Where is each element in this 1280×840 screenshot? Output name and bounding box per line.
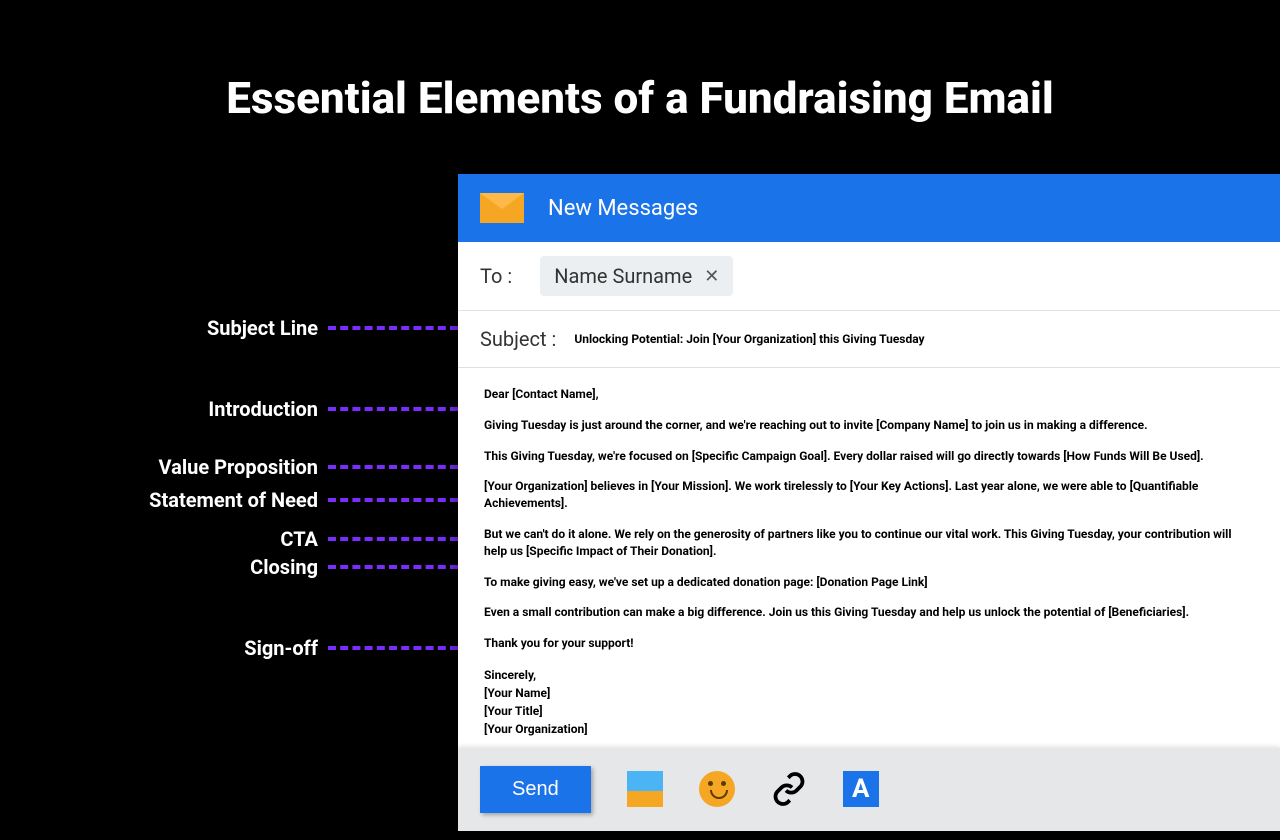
annotation-connector: [328, 407, 458, 411]
cta-paragraph: To make giving easy, we've set up a dedi…: [484, 574, 1254, 591]
email-body[interactable]: Dear [Contact Name], Giving Tuesday is j…: [458, 368, 1280, 748]
annotation-cta: CTA: [0, 527, 476, 551]
closing-paragraph: Even a small contribution can make a big…: [484, 604, 1254, 621]
value-proposition-paragraph: [Your Organization] believes in [Your Mi…: [484, 478, 1254, 512]
annotation-introduction: Introduction: [0, 397, 476, 421]
page-title: Essential Elements of a Fundraising Emai…: [0, 72, 1280, 124]
annotation-connector: [328, 326, 458, 330]
annotation-label: Closing: [250, 555, 318, 579]
subject-input[interactable]: Unlocking Potential: Join [Your Organiza…: [574, 332, 924, 346]
campaign-paragraph: This Giving Tuesday, we're focused on [S…: [484, 448, 1254, 465]
send-button[interactable]: Send: [480, 766, 591, 813]
insert-link-icon[interactable]: [771, 771, 807, 807]
text-format-icon[interactable]: A: [843, 771, 879, 807]
annotation-label: Sign-off: [244, 636, 318, 660]
sender-name: [Your Name]: [484, 684, 1254, 702]
sender-title: [Your Title]: [484, 702, 1254, 720]
subject-field-row: Subject : Unlocking Potential: Join [You…: [458, 311, 1280, 368]
annotation-statement-of-need: Statement of Need: [0, 488, 476, 512]
annotation-label: Subject Line: [207, 316, 318, 340]
sender-org: [Your Organization]: [484, 720, 1254, 738]
signoff-block: Sincerely, [Your Name] [Your Title] [You…: [484, 666, 1254, 738]
annotation-closing: Closing: [0, 555, 476, 579]
annotation-connector: [328, 465, 458, 469]
greeting-line: Dear [Contact Name],: [484, 386, 1254, 403]
insert-emoji-icon[interactable]: [699, 771, 735, 807]
annotation-value-proposition: Value Proposition: [0, 455, 476, 479]
annotation-label: Introduction: [208, 397, 318, 421]
compose-toolbar: Send A: [458, 748, 1280, 831]
intro-paragraph: Giving Tuesday is just around the corner…: [484, 417, 1254, 434]
annotation-connector: [328, 498, 458, 502]
recipient-chip[interactable]: Name Surname ✕: [540, 256, 733, 296]
annotation-sign-off: Sign-off: [0, 636, 476, 660]
annotation-label: Value Proposition: [159, 455, 318, 479]
signoff-word: Sincerely,: [484, 666, 1254, 684]
annotation-subject-line: Subject Line: [0, 316, 476, 340]
email-compose-window: New Messages To : Name Surname ✕ Subject…: [458, 174, 1280, 831]
annotation-label: Statement of Need: [149, 488, 318, 512]
remove-recipient-icon[interactable]: ✕: [704, 266, 719, 287]
recipient-name: Name Surname: [554, 264, 692, 288]
annotation-connector: [328, 646, 458, 650]
annotation-connector: [328, 537, 458, 541]
window-title: New Messages: [548, 196, 698, 221]
annotation-label: CTA: [280, 527, 318, 551]
to-field-row: To : Name Surname ✕: [458, 242, 1280, 311]
thanks-line: Thank you for your support!: [484, 635, 1254, 652]
to-label: To :: [480, 264, 512, 288]
annotation-connector: [328, 565, 458, 569]
insert-image-icon[interactable]: [627, 771, 663, 807]
email-header-bar: New Messages: [458, 174, 1280, 242]
subject-label: Subject :: [480, 327, 556, 351]
need-paragraph: But we can't do it alone. We rely on the…: [484, 526, 1254, 560]
envelope-icon: [480, 193, 524, 223]
